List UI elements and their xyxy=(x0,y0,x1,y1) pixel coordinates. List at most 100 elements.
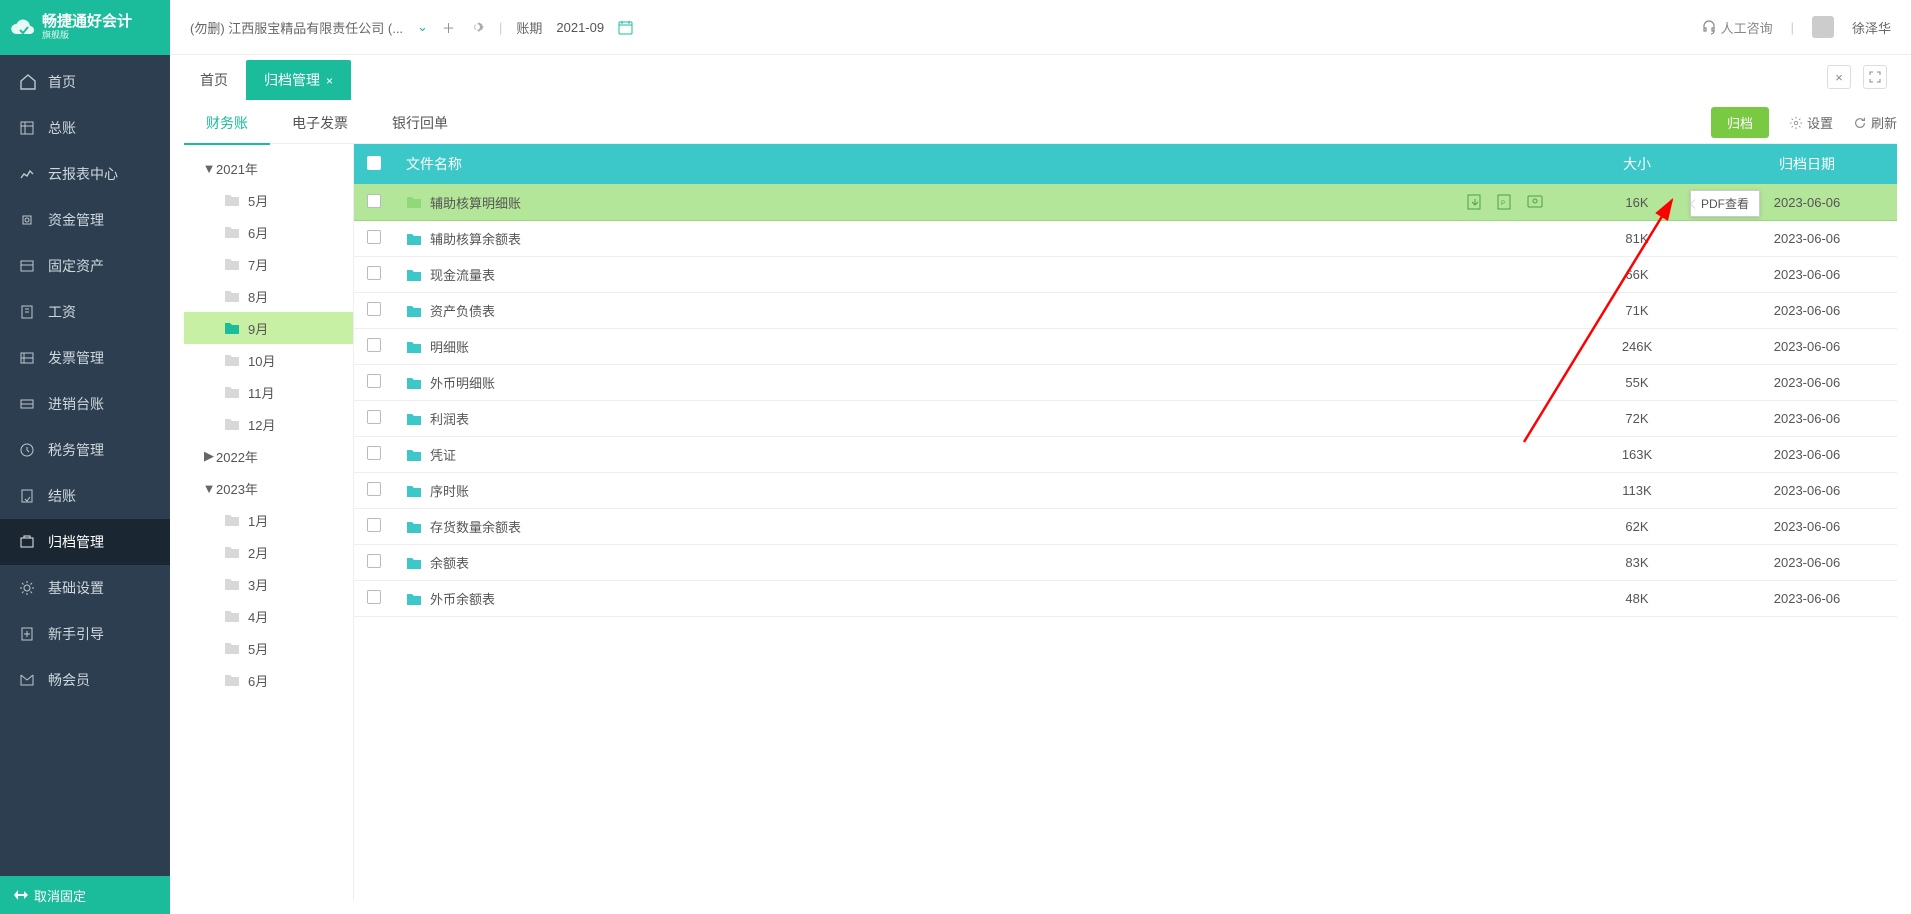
folder-icon xyxy=(224,513,240,527)
inner-tab-einvoice[interactable]: 电子发票 xyxy=(270,102,370,144)
sidebar-item-5[interactable]: 工资 xyxy=(0,289,170,335)
archive-button[interactable]: 归档 xyxy=(1711,107,1769,138)
tree-month[interactable]: 11月 xyxy=(184,376,353,408)
sidebar-item-0[interactable]: 首页 xyxy=(0,59,170,105)
tree-month[interactable]: 2月 xyxy=(184,536,353,568)
tree-month[interactable]: 7月 xyxy=(184,248,353,280)
nav-icon xyxy=(18,211,36,229)
tree-month[interactable]: 10月 xyxy=(184,344,353,376)
month-label: 8月 xyxy=(248,287,268,306)
gear-icon[interactable] xyxy=(469,19,485,35)
row-checkbox[interactable] xyxy=(367,590,381,604)
main: (勿删) 江西服宝精品有限责任公司 (... ⌄ ＋ | 账期 2021-09 … xyxy=(170,0,1911,914)
sidebar-item-8[interactable]: 税务管理 xyxy=(0,427,170,473)
sidebar-unpin[interactable]: 取消固定 xyxy=(0,876,170,914)
tree-month[interactable]: 3月 xyxy=(184,568,353,600)
file-name: 凭证 xyxy=(430,445,456,464)
row-checkbox[interactable] xyxy=(367,446,381,460)
tree-month[interactable]: 6月 xyxy=(184,216,353,248)
file-date: 2023-06-06 xyxy=(1717,257,1897,293)
month-label: 3月 xyxy=(248,575,268,594)
sidebar-item-10[interactable]: 归档管理 xyxy=(0,519,170,565)
consult-link[interactable]: 人工咨询 xyxy=(1701,18,1773,37)
nav-label: 云报表中心 xyxy=(48,164,118,184)
table-row[interactable]: 利润表72K2023-06-06 xyxy=(354,401,1897,437)
tree-month[interactable]: 12月 xyxy=(184,408,353,440)
row-checkbox[interactable] xyxy=(367,194,381,208)
table-row[interactable]: 外币余额表48K2023-06-06 xyxy=(354,581,1897,617)
folder-icon xyxy=(406,591,422,607)
table-row[interactable]: 辅助核算明细账P16K2023-06-06 xyxy=(354,184,1897,221)
tree-month[interactable]: 5月 xyxy=(184,632,353,664)
sidebar-item-3[interactable]: 资金管理 xyxy=(0,197,170,243)
settings-link[interactable]: 设置 xyxy=(1789,113,1833,132)
table-row[interactable]: 现金流量表66K2023-06-06 xyxy=(354,257,1897,293)
add-icon[interactable]: ＋ xyxy=(442,18,455,37)
nav-label: 进销台账 xyxy=(48,394,104,414)
nav-icon xyxy=(18,625,36,643)
tree-month[interactable]: 1月 xyxy=(184,504,353,536)
fullscreen-icon[interactable] xyxy=(1863,65,1887,89)
row-checkbox[interactable] xyxy=(367,482,381,496)
nav-label: 结账 xyxy=(48,486,76,506)
row-checkbox[interactable] xyxy=(367,302,381,316)
tree-year[interactable]: ▶ 2022年 xyxy=(184,440,353,472)
sidebar-item-4[interactable]: 固定资产 xyxy=(0,243,170,289)
table-row[interactable]: 资产负债表71K2023-06-06 xyxy=(354,293,1897,329)
tree-month[interactable]: 9月 xyxy=(184,312,353,344)
table-row[interactable]: 存货数量余额表62K2023-06-06 xyxy=(354,509,1897,545)
sidebar-item-9[interactable]: 结账 xyxy=(0,473,170,519)
col-checkbox[interactable] xyxy=(354,144,394,184)
company-dropdown-icon[interactable]: ⌄ xyxy=(417,19,428,35)
tree-month[interactable]: 6月 xyxy=(184,664,353,696)
tab-home[interactable]: 首页 xyxy=(182,60,246,100)
refresh-link[interactable]: 刷新 xyxy=(1853,113,1897,132)
month-label: 4月 xyxy=(248,607,268,626)
sidebar-item-7[interactable]: 进销台账 xyxy=(0,381,170,427)
sidebar-nav: 首页总账云报表中心资金管理固定资产工资发票管理进销台账税务管理结账归档管理基础设… xyxy=(0,55,170,876)
row-checkbox[interactable] xyxy=(367,410,381,424)
download-pdf-icon[interactable]: P xyxy=(1495,192,1515,212)
tree-year[interactable]: ▼ 2023年 xyxy=(184,472,353,504)
sidebar-item-1[interactable]: 总账 xyxy=(0,105,170,151)
file-date: 2023-06-06 xyxy=(1717,365,1897,401)
company-selector[interactable]: (勿删) 江西服宝精品有限责任公司 (... xyxy=(190,18,403,37)
folder-icon xyxy=(224,417,240,431)
close-all-tabs[interactable]: × xyxy=(1827,65,1851,89)
tab-archive[interactable]: 归档管理× xyxy=(246,60,351,100)
tree-month[interactable]: 8月 xyxy=(184,280,353,312)
table-row[interactable]: 辅助核算余额表81K2023-06-06 xyxy=(354,221,1897,257)
row-checkbox[interactable] xyxy=(367,338,381,352)
inner-tab-finance[interactable]: 财务账 xyxy=(184,102,270,144)
tree-year[interactable]: ▼ 2021年 xyxy=(184,152,353,184)
row-checkbox[interactable] xyxy=(367,554,381,568)
sidebar-item-11[interactable]: 基础设置 xyxy=(0,565,170,611)
file-date: 2023-06-06 xyxy=(1717,509,1897,545)
tree-month[interactable]: 5月 xyxy=(184,184,353,216)
chevron-down-icon: ▼ xyxy=(202,161,216,176)
tree-month[interactable]: 4月 xyxy=(184,600,353,632)
sidebar-item-2[interactable]: 云报表中心 xyxy=(0,151,170,197)
table-row[interactable]: 凭证163K2023-06-06 xyxy=(354,437,1897,473)
sidebar-item-6[interactable]: 发票管理 xyxy=(0,335,170,381)
table-row[interactable]: 明细账246K2023-06-06 xyxy=(354,329,1897,365)
select-all-checkbox[interactable] xyxy=(367,156,381,170)
tab-close-icon[interactable]: × xyxy=(326,74,333,88)
sidebar-item-12[interactable]: 新手引导 xyxy=(0,611,170,657)
row-checkbox[interactable] xyxy=(367,266,381,280)
nav-icon xyxy=(18,165,36,183)
row-checkbox[interactable] xyxy=(367,230,381,244)
table-row[interactable]: 余额表83K2023-06-06 xyxy=(354,545,1897,581)
inner-tab-bank[interactable]: 银行回单 xyxy=(370,102,470,144)
period-value[interactable]: 2021-09 xyxy=(556,20,604,35)
table-row[interactable]: 外币明细账55K2023-06-06 xyxy=(354,365,1897,401)
row-checkbox[interactable] xyxy=(367,518,381,532)
avatar[interactable] xyxy=(1812,16,1834,38)
user-name[interactable]: 徐泽华 xyxy=(1852,18,1891,37)
table-row[interactable]: 序时账113K2023-06-06 xyxy=(354,473,1897,509)
download-xls-icon[interactable] xyxy=(1465,192,1485,212)
sidebar-item-13[interactable]: 畅会员 xyxy=(0,657,170,703)
row-checkbox[interactable] xyxy=(367,374,381,388)
view-pdf-icon[interactable] xyxy=(1525,192,1545,212)
calendar-icon[interactable] xyxy=(618,20,633,35)
